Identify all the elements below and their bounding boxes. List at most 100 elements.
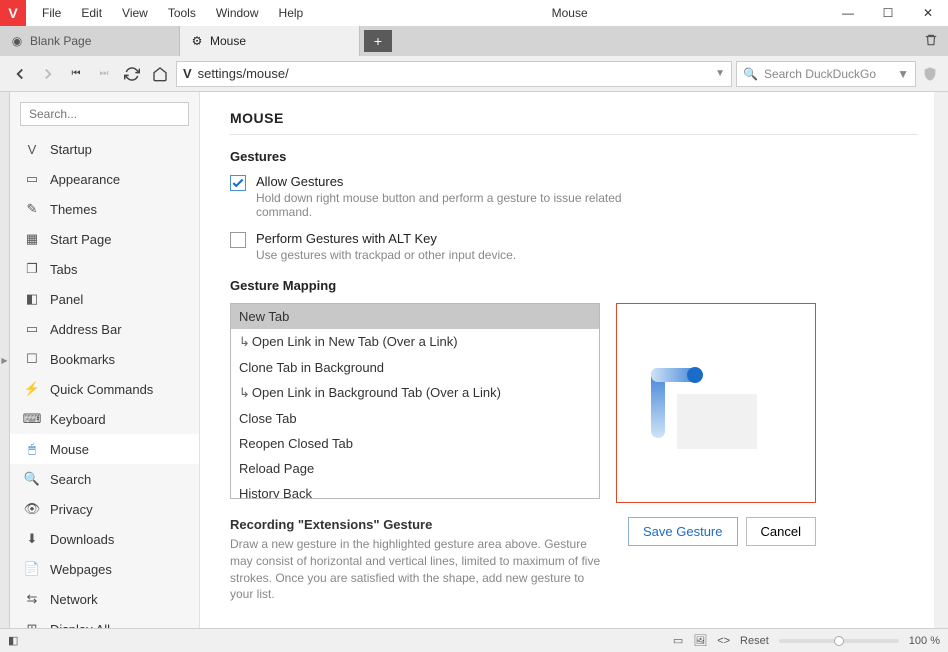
- sidebar-item-label: Keyboard: [50, 412, 106, 427]
- list-item-label: Clone Tab in Background: [239, 360, 384, 375]
- display-icon: ⊞: [24, 621, 40, 628]
- sidebar-item-startup[interactable]: V Startup: [10, 134, 199, 164]
- recording-heading: Recording "Extensions" Gesture: [230, 517, 610, 532]
- sidebar-item-appearance[interactable]: ▭Appearance: [10, 164, 199, 194]
- list-item[interactable]: Reload Page: [231, 456, 599, 481]
- title-bar: V File Edit View Tools Window Help Mouse…: [0, 0, 948, 26]
- sidebar-item-startpage[interactable]: ▦Start Page: [10, 224, 199, 254]
- forward-button[interactable]: [36, 62, 60, 86]
- trash-icon[interactable]: [924, 33, 938, 50]
- settings-sidebar: V Startup ▭Appearance ✎Themes ▦Start Page…: [10, 92, 200, 628]
- list-item[interactable]: Clone Tab in Background: [231, 355, 599, 380]
- gesture-preview-icon: [617, 304, 817, 504]
- option-alt-gestures: Perform Gestures with ALT Key Use gestur…: [230, 231, 918, 262]
- home-button[interactable]: [148, 62, 172, 86]
- tab-label: Blank Page: [30, 34, 91, 48]
- nested-arrow-icon: ↳: [239, 385, 250, 400]
- vivaldi-logo[interactable]: V: [0, 0, 26, 26]
- rewind-button[interactable]: ⏮: [64, 62, 88, 86]
- list-item[interactable]: ↳Open Link in New Tab (Over a Link): [231, 329, 599, 355]
- addressbar-icon: ▭: [24, 321, 40, 337]
- url-text: settings/mouse/: [198, 66, 289, 81]
- search-icon: 🔍: [24, 471, 40, 487]
- sidebar-item-mouse[interactable]: 🖱Mouse: [10, 434, 199, 464]
- list-item[interactable]: History Back: [231, 481, 599, 499]
- content-scrollbar[interactable]: [934, 92, 948, 628]
- sidebar-item-panel[interactable]: ◧Panel: [10, 284, 199, 314]
- brush-icon: ✎: [24, 201, 40, 217]
- menu-edit[interactable]: Edit: [73, 2, 110, 24]
- gestures-heading: Gestures: [230, 149, 918, 164]
- fastforward-button[interactable]: ⏭: [92, 62, 116, 86]
- gesture-mapping-list[interactable]: New Tab ↳Open Link in New Tab (Over a Li…: [230, 303, 600, 499]
- zoom-slider[interactable]: [779, 639, 899, 643]
- status-bar: ◧ ▭ 🖼 <> Reset 100 %: [0, 628, 948, 652]
- list-item-label: New Tab: [239, 309, 289, 324]
- sidebar-item-addressbar[interactable]: ▭Address Bar: [10, 314, 199, 344]
- alt-gestures-label: Perform Gestures with ALT Key: [256, 231, 516, 246]
- mouse-icon: 🖱: [24, 441, 40, 457]
- option-allow-gestures: Allow Gestures Hold down right mouse but…: [230, 174, 918, 219]
- lightning-icon: ⚡: [24, 381, 40, 397]
- sidebar-item-displayall[interactable]: ⊞ Display All: [10, 614, 199, 628]
- list-item[interactable]: Close Tab: [231, 406, 599, 431]
- menu-bar: File Edit View Tools Window Help: [26, 2, 311, 24]
- chevron-down-icon[interactable]: ▼: [897, 67, 909, 81]
- recording-desc: Draw a new gesture in the highlighted ge…: [230, 536, 610, 603]
- sidebar-item-label: Startup: [50, 142, 92, 157]
- url-field[interactable]: V settings/mouse/ ▼: [176, 61, 732, 87]
- tab-blank-page[interactable]: ◉ Blank Page: [0, 26, 180, 56]
- minimize-button[interactable]: —: [828, 0, 868, 26]
- sidebar-search-input[interactable]: [20, 102, 189, 126]
- download-icon: ⬇: [24, 531, 40, 547]
- sidebar-item-label: Display All: [50, 622, 110, 629]
- tab-mouse[interactable]: ⚙ Mouse: [180, 26, 360, 56]
- code-icon[interactable]: <>: [717, 635, 730, 647]
- sidebar-item-bookmarks[interactable]: ☐Bookmarks: [10, 344, 199, 374]
- menu-help[interactable]: Help: [271, 2, 312, 24]
- chevron-down-icon[interactable]: ▼: [715, 68, 725, 79]
- allow-gestures-desc: Hold down right mouse button and perform…: [256, 191, 656, 219]
- panel-strip[interactable]: ▶: [0, 92, 10, 628]
- sidebar-item-downloads[interactable]: ⬇Downloads: [10, 524, 199, 554]
- sidebar-item-search[interactable]: 🔍Search: [10, 464, 199, 494]
- menu-file[interactable]: File: [34, 2, 69, 24]
- search-field[interactable]: 🔍 Search DuckDuckGo ▼: [736, 61, 916, 87]
- vivaldi-icon: V: [24, 141, 40, 157]
- menu-view[interactable]: View: [114, 2, 156, 24]
- menu-window[interactable]: Window: [208, 2, 267, 24]
- alt-gestures-checkbox[interactable]: [230, 232, 246, 248]
- sidebar-item-keyboard[interactable]: ⌨Keyboard: [10, 404, 199, 434]
- zoom-reset[interactable]: Reset: [740, 635, 769, 647]
- sidebar-item-quickcommands[interactable]: ⚡Quick Commands: [10, 374, 199, 404]
- panel-toggle-icon[interactable]: ◧: [8, 634, 18, 647]
- address-bar-row: ⏮ ⏭ V settings/mouse/ ▼ 🔍 Search DuckDuc…: [0, 56, 948, 92]
- sidebar-item-privacy[interactable]: 👁Privacy: [10, 494, 199, 524]
- maximize-button[interactable]: ☐: [868, 0, 908, 26]
- list-item[interactable]: Reopen Closed Tab: [231, 431, 599, 456]
- back-button[interactable]: [8, 62, 32, 86]
- new-tab-button[interactable]: +: [364, 30, 392, 52]
- sidebar-item-network[interactable]: ⇆Network: [10, 584, 199, 614]
- list-item[interactable]: ↳Open Link in Background Tab (Over a Lin…: [231, 380, 599, 406]
- globe-icon: ◉: [10, 34, 24, 48]
- ublock-icon[interactable]: [920, 64, 940, 84]
- sidebar-item-label: Tabs: [50, 262, 77, 277]
- save-gesture-button[interactable]: Save Gesture: [628, 517, 738, 546]
- reload-button[interactable]: [120, 62, 144, 86]
- gesture-draw-area[interactable]: [616, 303, 816, 503]
- tabs-icon: ❐: [24, 261, 40, 277]
- sidebar-item-webpages[interactable]: 📄Webpages: [10, 554, 199, 584]
- cancel-button[interactable]: Cancel: [746, 517, 816, 546]
- menu-tools[interactable]: Tools: [160, 2, 204, 24]
- sidebar-item-themes[interactable]: ✎Themes: [10, 194, 199, 224]
- list-item[interactable]: New Tab: [231, 304, 599, 329]
- image-icon[interactable]: 🖼: [693, 634, 707, 647]
- sidebar-item-tabs[interactable]: ❐ Tabs: [10, 254, 199, 284]
- zoom-thumb[interactable]: [834, 636, 844, 646]
- allow-gestures-label: Allow Gestures: [256, 174, 656, 189]
- allow-gestures-checkbox[interactable]: [230, 175, 246, 191]
- tab-bar: ◉ Blank Page ⚙ Mouse +: [0, 26, 948, 56]
- tile-icon[interactable]: ▭: [673, 634, 683, 647]
- close-button[interactable]: ✕: [908, 0, 948, 26]
